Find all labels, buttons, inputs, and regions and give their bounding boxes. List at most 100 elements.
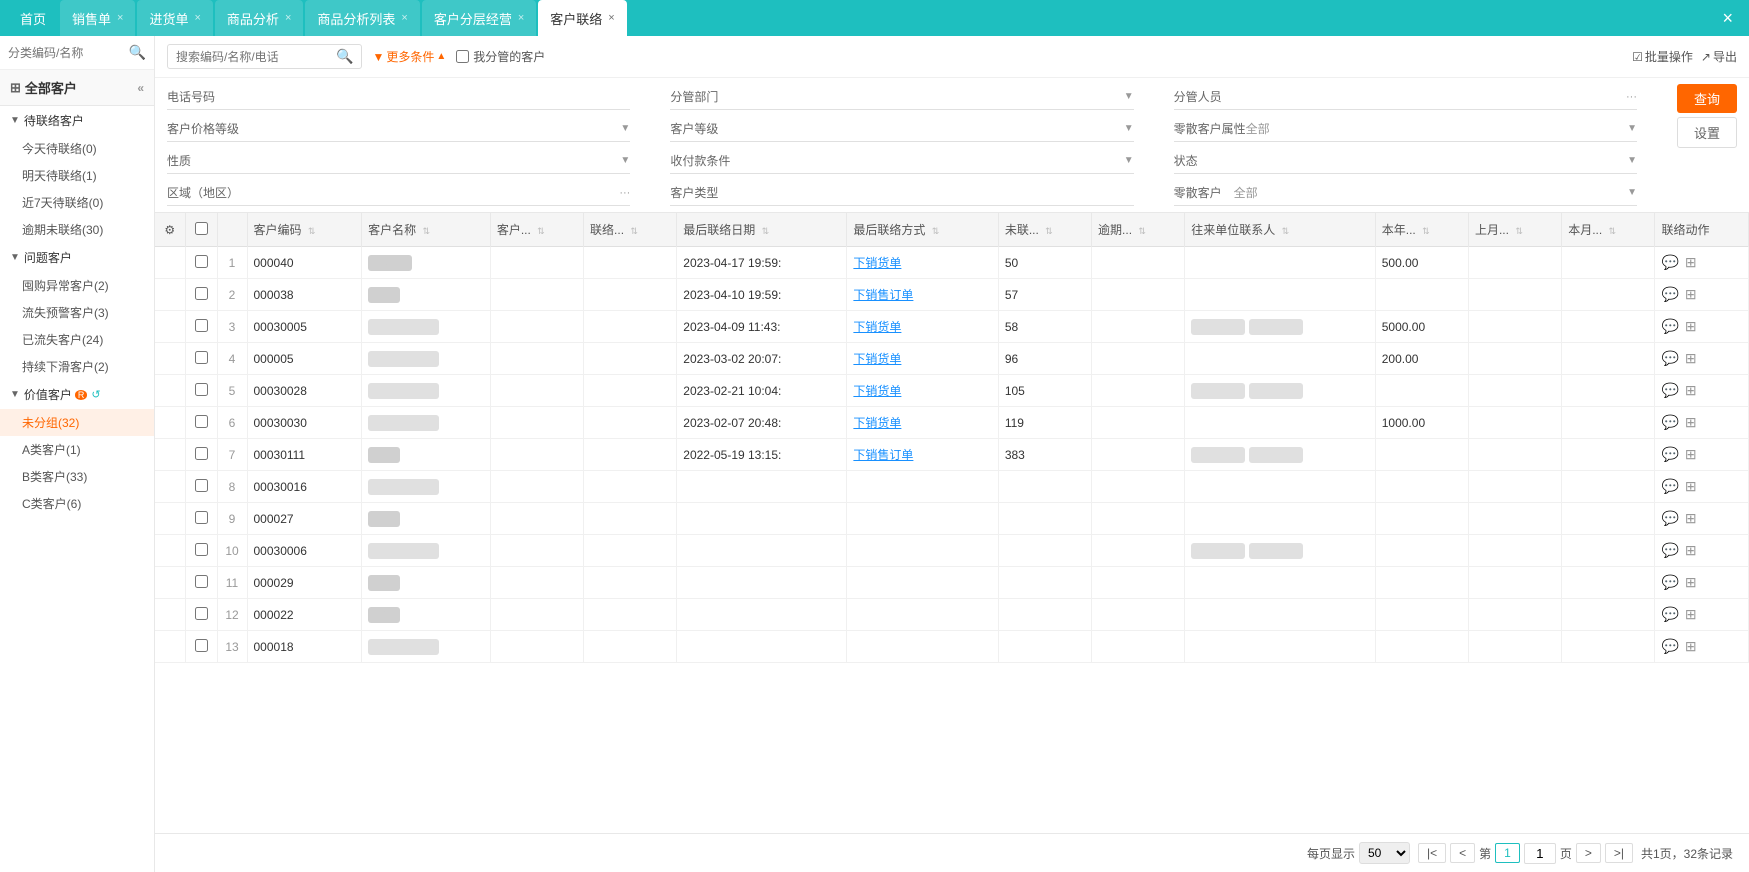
td-checkbox[interactable] [185, 503, 217, 535]
grid-action-icon[interactable]: ⊞ [1685, 638, 1697, 655]
close-tab-customer-contact[interactable]: × [608, 12, 614, 24]
grid-action-icon[interactable]: ⊞ [1685, 414, 1697, 431]
chat-icon[interactable]: 💬 [1661, 478, 1678, 495]
batch-ops-btn[interactable]: ☑ 批量操作 [1632, 48, 1693, 65]
select-all-checkbox[interactable] [195, 222, 208, 235]
th-this-month[interactable]: 本月... ⇅ [1562, 213, 1655, 247]
sidebar-item-declining[interactable]: 持续下滑客户(2) [0, 353, 154, 380]
sidebar-item-tomorrow[interactable]: 明天待联络(1) [0, 162, 154, 189]
grid-action-icon[interactable]: ⊞ [1685, 606, 1697, 623]
export-btn[interactable]: ↗ 导出 [1701, 48, 1737, 65]
chat-icon[interactable]: 💬 [1661, 446, 1678, 463]
chat-icon[interactable]: 💬 [1661, 318, 1678, 335]
th-last-contact-date[interactable]: 最后联络日期 ⇅ [677, 213, 847, 247]
sidebar-item-ungrouped[interactable]: 未分组(32) [0, 409, 154, 436]
next-page-btn[interactable]: > [1576, 843, 1601, 863]
sidebar-item-churn-risk[interactable]: 流失预警客户(3) [0, 299, 154, 326]
sidebar-item-7days[interactable]: 近7天待联络(0) [0, 189, 154, 216]
tab-product-analysis[interactable]: 商品分析 × [215, 0, 303, 36]
main-search-icon[interactable]: 🔍 [336, 48, 353, 65]
td-checkbox[interactable] [185, 535, 217, 567]
td-checkbox[interactable] [185, 311, 217, 343]
chat-icon[interactable]: 💬 [1661, 286, 1678, 303]
page-size-select[interactable]: 50 100 200 [1359, 842, 1410, 864]
sidebar-item-abnormal-stockpile[interactable]: 囤购异常客户(2) [0, 272, 154, 299]
th-customer-name[interactable]: 客户名称 ⇅ [362, 213, 491, 247]
my-customers-checkbox[interactable]: 我分管的客户 [456, 48, 545, 65]
my-customers-check[interactable] [456, 50, 469, 63]
sidebar-item-class-b[interactable]: B类客户(33) [0, 463, 154, 490]
th-overdue[interactable]: 逾期... ⇅ [1092, 213, 1185, 247]
th-this-year[interactable]: 本年... ⇅ [1375, 213, 1468, 247]
chat-icon[interactable]: 💬 [1661, 638, 1678, 655]
refresh-icon[interactable]: ↺ [91, 388, 100, 401]
td-checkbox[interactable] [185, 247, 217, 279]
section-problem-title[interactable]: ▼ 问题客户 [0, 243, 154, 272]
close-tab-customer-tier[interactable]: × [518, 12, 524, 24]
sidebar-item-class-c[interactable]: C类客户(6) [0, 490, 154, 517]
prev-page-btn[interactable]: < [1450, 843, 1475, 863]
more-conditions-btn[interactable]: ▼ 更多条件 ▲ [372, 48, 446, 65]
th-no-contact-days[interactable]: 未联... ⇅ [998, 213, 1091, 247]
chat-icon[interactable]: 💬 [1661, 414, 1678, 431]
grid-action-icon[interactable]: ⊞ [1685, 542, 1697, 559]
section-value-title[interactable]: ▼ 价值客户 R ↺ [0, 380, 154, 409]
chat-icon[interactable]: 💬 [1661, 542, 1678, 559]
grid-action-icon[interactable]: ⊞ [1685, 574, 1697, 591]
th-last-contact-method[interactable]: 最后联络方式 ⇅ [847, 213, 998, 247]
page-jump-input[interactable] [1524, 843, 1556, 864]
home-tab[interactable]: 首页 [8, 0, 58, 36]
nature-dropdown-icon[interactable]: ▼ [620, 155, 630, 166]
close-tab-purchase[interactable]: × [194, 12, 200, 24]
sidebar-item-churned[interactable]: 已流失客户(24) [0, 326, 154, 353]
chat-icon[interactable]: 💬 [1661, 510, 1678, 527]
status-dropdown-icon[interactable]: ▼ [1627, 155, 1637, 166]
sidebar-search-icon[interactable]: 🔍 [129, 44, 146, 61]
table-settings-col[interactable]: ⚙ [155, 213, 185, 247]
th-last-month[interactable]: 上月... ⇅ [1468, 213, 1561, 247]
sidebar-item-overdue[interactable]: 逾期未联络(30) [0, 216, 154, 243]
th-contact[interactable]: 联络... ⇅ [584, 213, 677, 247]
td-checkbox[interactable] [185, 567, 217, 599]
th-customer-code[interactable]: 客户编码 ⇅ [247, 213, 362, 247]
tab-customer-tier[interactable]: 客户分层经营 × [422, 0, 536, 36]
td-checkbox[interactable] [185, 631, 217, 663]
grid-action-icon[interactable]: ⊞ [1685, 446, 1697, 463]
grid-action-icon[interactable]: ⊞ [1685, 510, 1697, 527]
last-page-btn[interactable]: >| [1605, 843, 1633, 863]
sidebar-item-class-a[interactable]: A类客户(1) [0, 436, 154, 463]
th-contacts-person[interactable]: 往来单位联系人 ⇅ [1185, 213, 1375, 247]
window-close-button[interactable]: × [1714, 8, 1741, 29]
th-customer-type[interactable]: 客户... ⇅ [490, 213, 583, 247]
reset-button[interactable]: 设置 [1677, 117, 1737, 148]
td-checkbox[interactable] [185, 343, 217, 375]
dept-dropdown-icon[interactable]: ▼ [1124, 91, 1134, 102]
grid-action-icon[interactable]: ⊞ [1685, 478, 1697, 495]
section-pending-title[interactable]: ▼ 待联络客户 [0, 106, 154, 135]
main-search-input[interactable] [176, 50, 336, 64]
cust-level-dropdown-icon[interactable]: ▼ [1124, 123, 1134, 134]
close-tab-product-analysis[interactable]: × [285, 12, 291, 24]
price-level-dropdown-icon[interactable]: ▼ [620, 123, 630, 134]
td-checkbox[interactable] [185, 407, 217, 439]
close-tab-product-list[interactable]: × [401, 12, 407, 24]
payment-dropdown-icon[interactable]: ▼ [1124, 155, 1134, 166]
grid-action-icon[interactable]: ⊞ [1685, 318, 1697, 335]
sidebar-all-customers[interactable]: ⊞ 全部客户 « [0, 70, 154, 106]
first-page-btn[interactable]: |< [1418, 843, 1446, 863]
td-checkbox[interactable] [185, 471, 217, 503]
retail-attr-dropdown-icon[interactable]: ▼ [1627, 123, 1637, 134]
person-more-icon[interactable]: ··· [1626, 91, 1637, 103]
close-tab-sales[interactable]: × [117, 12, 123, 24]
retail-cust-dropdown-icon[interactable]: ▼ [1627, 187, 1637, 198]
grid-action-icon[interactable]: ⊞ [1685, 254, 1697, 271]
grid-action-icon[interactable]: ⊞ [1685, 350, 1697, 367]
chat-icon[interactable]: 💬 [1661, 382, 1678, 399]
td-checkbox[interactable] [185, 375, 217, 407]
td-checkbox[interactable] [185, 439, 217, 471]
grid-action-icon[interactable]: ⊞ [1685, 286, 1697, 303]
chat-icon[interactable]: 💬 [1661, 350, 1678, 367]
chat-icon[interactable]: 💬 [1661, 574, 1678, 591]
sidebar-search-input[interactable] [8, 46, 129, 60]
query-button[interactable]: 查询 [1677, 84, 1737, 113]
